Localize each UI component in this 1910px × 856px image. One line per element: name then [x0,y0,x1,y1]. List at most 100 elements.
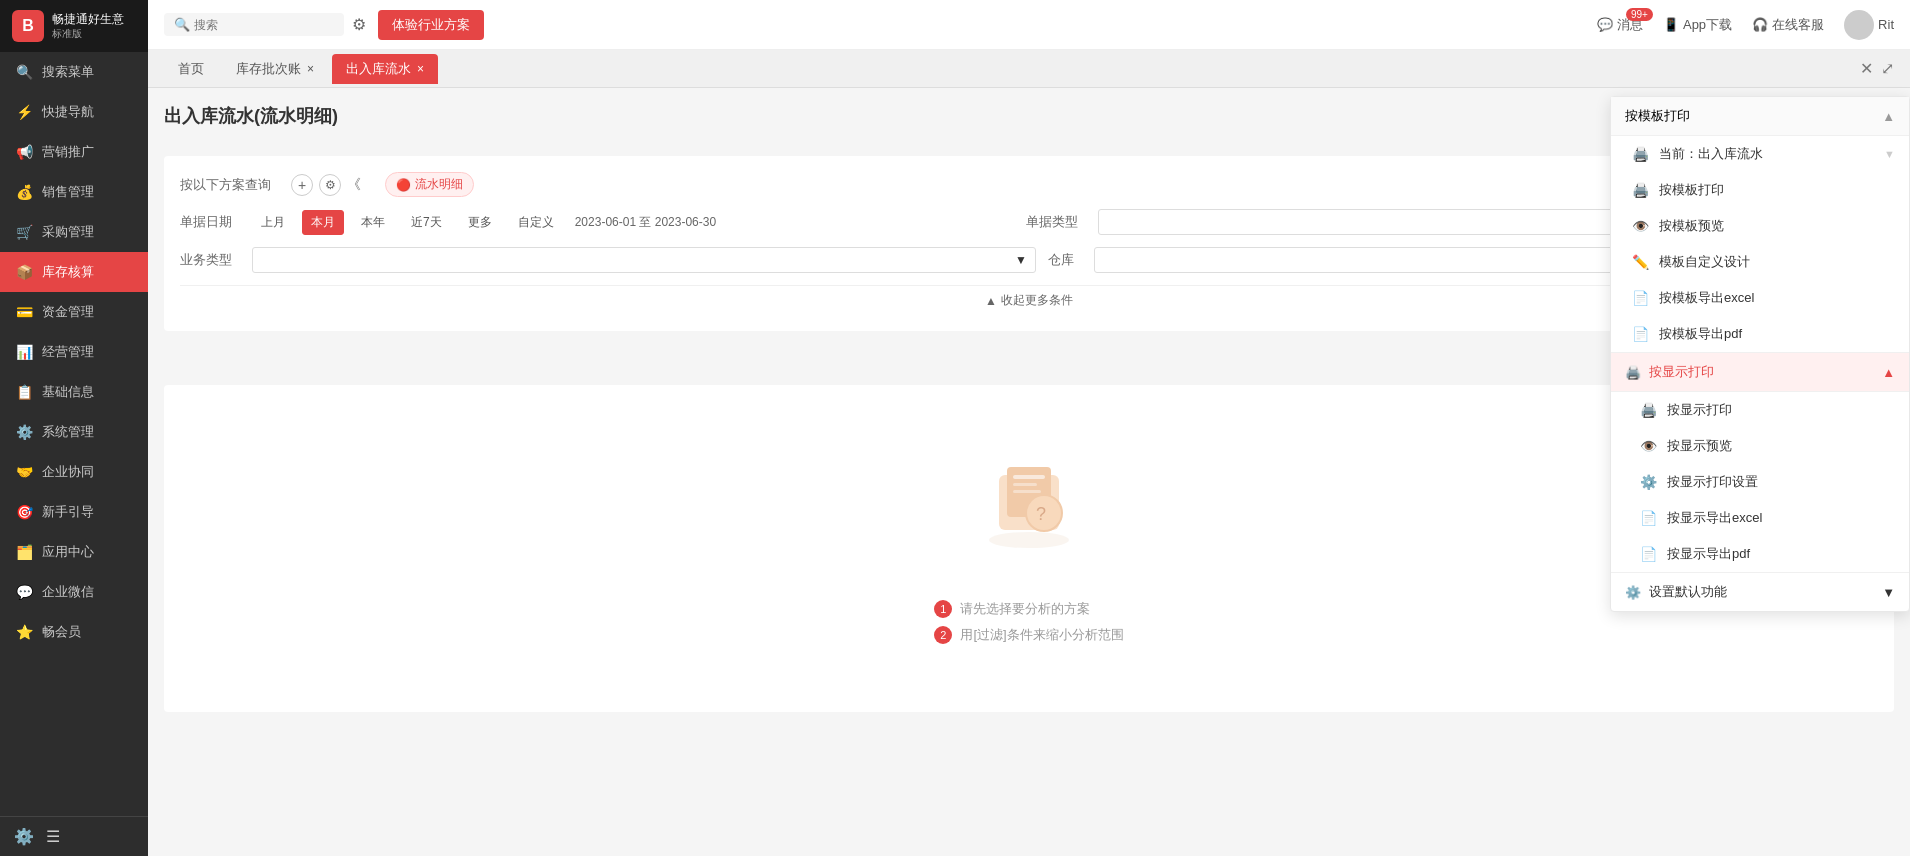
biz-type-select[interactable]: ▼ [252,247,1036,273]
sidebar-item-label: 企业微信 [42,583,94,601]
filter-tag[interactable]: 🔴 流水明细 [385,172,474,197]
dp-template-preview-icon: 👁️ [1631,218,1649,234]
dp-sub-display-export-pdf[interactable]: 📄 按显示导出pdf [1611,536,1909,572]
dp-sub-display-preview[interactable]: 👁️ 按显示预览 [1611,428,1909,464]
quick-nav-icon: ⚡ [14,102,34,122]
biz-type-label: 业务类型 [180,251,232,269]
menu-bottom-icon[interactable]: ☰ [46,827,60,846]
sidebar-item-label: 企业协同 [42,463,94,481]
sidebar-item-sales[interactable]: 💰 销售管理 [0,172,148,212]
sidebar-item-label: 经营管理 [42,343,94,361]
date-btn-more[interactable]: 更多 [459,210,501,235]
app-download-btn[interactable]: 📱 App下载 [1663,16,1732,34]
sidebar-item-purchase[interactable]: 🛒 采购管理 [0,212,148,252]
sidebar-item-label: 资金管理 [42,303,94,321]
home-label: 首页 [178,60,204,78]
flow-label: 出入库流水 [346,60,411,78]
topbar: 🔍 ⚙ 体验行业方案 💬 消息 99+ 📱 App下载 🎧 在线客服 Rit [148,0,1910,50]
search-input[interactable] [194,18,324,32]
user-avatar [1844,10,1874,40]
dp-sub-display-export-excel[interactable]: 📄 按显示导出excel [1611,500,1909,536]
filter-actions: + ⚙ 《 [291,174,361,196]
dp-display-section[interactable]: 🖨️ 按显示打印 ▲ [1611,352,1909,392]
inventory-icon: 📦 [14,262,34,282]
sidebar-item-guide[interactable]: 🎯 新手引导 [0,492,148,532]
date-btn-7days[interactable]: 近7天 [402,210,451,235]
dp-current-item[interactable]: 🖨️ 当前：出入库流水 ▼ [1611,136,1909,172]
date-label: 单据日期 [180,213,232,231]
app-download-label: App下载 [1683,16,1732,34]
sidebar-item-quick-nav[interactable]: ⚡ 快捷导航 [0,92,148,132]
dp-sub-display-print[interactable]: 🖨️ 按显示打印 [1611,392,1909,428]
date-btn-custom[interactable]: 自定义 [509,210,563,235]
empty-illustration: ? [969,445,1089,584]
topbar-gear-icon[interactable]: ⚙ [352,15,366,34]
sidebar-item-finance[interactable]: 💳 资金管理 [0,292,148,332]
topbar-search-box[interactable]: 🔍 [164,13,344,36]
svg-rect-4 [1013,483,1037,486]
sidebar-item-search[interactable]: 🔍 搜索菜单 [0,52,148,92]
empty-steps-list: 1 请先选择要分析的方案 2 用[过滤]条件来缩小分析范围 [934,600,1123,652]
date-btn-this-month[interactable]: 本月 [302,210,344,235]
sidebar-item-label: 搜索菜单 [42,63,94,81]
step-num-2: 2 [934,626,952,644]
dp-chevron-up-icon[interactable]: ▲ [1882,109,1895,124]
sidebar-item-label: 畅会员 [42,623,81,641]
filter-add-btn[interactable]: + [291,174,313,196]
dp-footer[interactable]: ⚙️ 设置默认功能 ▼ [1611,572,1909,611]
tabs-bar: 首页 库存批次账 × 出入库流水 × ✕ ⤢ [148,50,1910,88]
industry-btn[interactable]: 体验行业方案 [378,10,484,40]
sidebar-item-label: 应用中心 [42,543,94,561]
svg-rect-3 [1013,475,1045,479]
dp-item-template-export-excel[interactable]: 📄 按模板导出excel [1611,280,1909,316]
tab-home[interactable]: 首页 [164,54,218,84]
filter-label: 按以下方案查询 [180,176,271,194]
sidebar-item-inventory[interactable]: 📦 库存核算 [0,252,148,292]
sidebar-item-label: 销售管理 [42,183,94,201]
date-btn-last-month[interactable]: 上月 [252,210,294,235]
online-service-btn[interactable]: 🎧 在线客服 [1752,16,1824,34]
message-btn[interactable]: 💬 消息 99+ [1597,16,1643,34]
tab-restore-icon[interactable]: ✕ [1860,59,1873,78]
filter-collapse-btn[interactable]: 《 [347,176,361,194]
dp-display-preview-icon: 👁️ [1639,438,1657,454]
dp-sub-display-print-settings[interactable]: ⚙️ 按显示打印设置 [1611,464,1909,500]
sidebar-item-app-center[interactable]: 🗂️ 应用中心 [0,532,148,572]
dp-display-section-label: 按显示打印 [1649,363,1714,381]
dp-header-label: 按模板打印 [1625,107,1690,125]
sidebar-item-label: 快捷导航 [42,103,94,121]
dp-item-template-preview[interactable]: 👁️ 按模板预览 [1611,208,1909,244]
tab-inventory-batch[interactable]: 库存批次账 × [222,54,328,84]
dp-item-template-custom[interactable]: ✏️ 模板自定义设计 [1611,244,1909,280]
dp-item-template-print[interactable]: 🖨️ 按模板打印 [1611,172,1909,208]
sidebar-item-cooperation[interactable]: 🤝 企业协同 [0,452,148,492]
sidebar-item-label: 系统管理 [42,423,94,441]
date-filter: 上月 本月 本年 近7天 更多 自定义 2023-06-01 至 2023-06… [252,210,1014,235]
sidebar-item-vip[interactable]: ⭐ 畅会员 [0,612,148,652]
tab-flow[interactable]: 出入库流水 × [332,54,438,84]
sidebar-item-wechat[interactable]: 💬 企业微信 [0,572,148,612]
filter-gear-btn[interactable]: ⚙ [319,174,341,196]
tab-flow-close[interactable]: × [417,62,424,76]
biz-type-chevron: ▼ [1015,253,1027,267]
tab-maximize-icon[interactable]: ⤢ [1881,59,1894,78]
dp-display-section-chevron: ▲ [1882,365,1895,380]
dp-item-template-export-pdf[interactable]: 📄 按模板导出pdf [1611,316,1909,352]
purchase-icon: 🛒 [14,222,34,242]
tab-inventory-batch-close[interactable]: × [307,62,314,76]
dp-display-print-icon: 🖨️ [1639,402,1657,418]
sidebar-item-operations[interactable]: 📊 经营管理 [0,332,148,372]
dp-template-print-icon: 🖨️ [1631,182,1649,198]
user-avatar-area[interactable]: Rit [1844,10,1894,40]
sidebar-item-base-info[interactable]: 📋 基础信息 [0,372,148,412]
sidebar-item-system[interactable]: ⚙️ 系统管理 [0,412,148,452]
svg-point-0 [989,532,1069,548]
sidebar-item-marketing[interactable]: 📢 营销推广 [0,132,148,172]
message-badge: 99+ [1626,8,1653,21]
base-info-icon: 📋 [14,382,34,402]
date-btn-this-year[interactable]: 本年 [352,210,394,235]
collapse-up-icon: ▲ [985,294,997,308]
settings-bottom-icon[interactable]: ⚙️ [14,827,34,846]
dp-footer-label: 设置默认功能 [1649,583,1727,601]
voucher-type-label: 单据类型 [1026,213,1078,231]
